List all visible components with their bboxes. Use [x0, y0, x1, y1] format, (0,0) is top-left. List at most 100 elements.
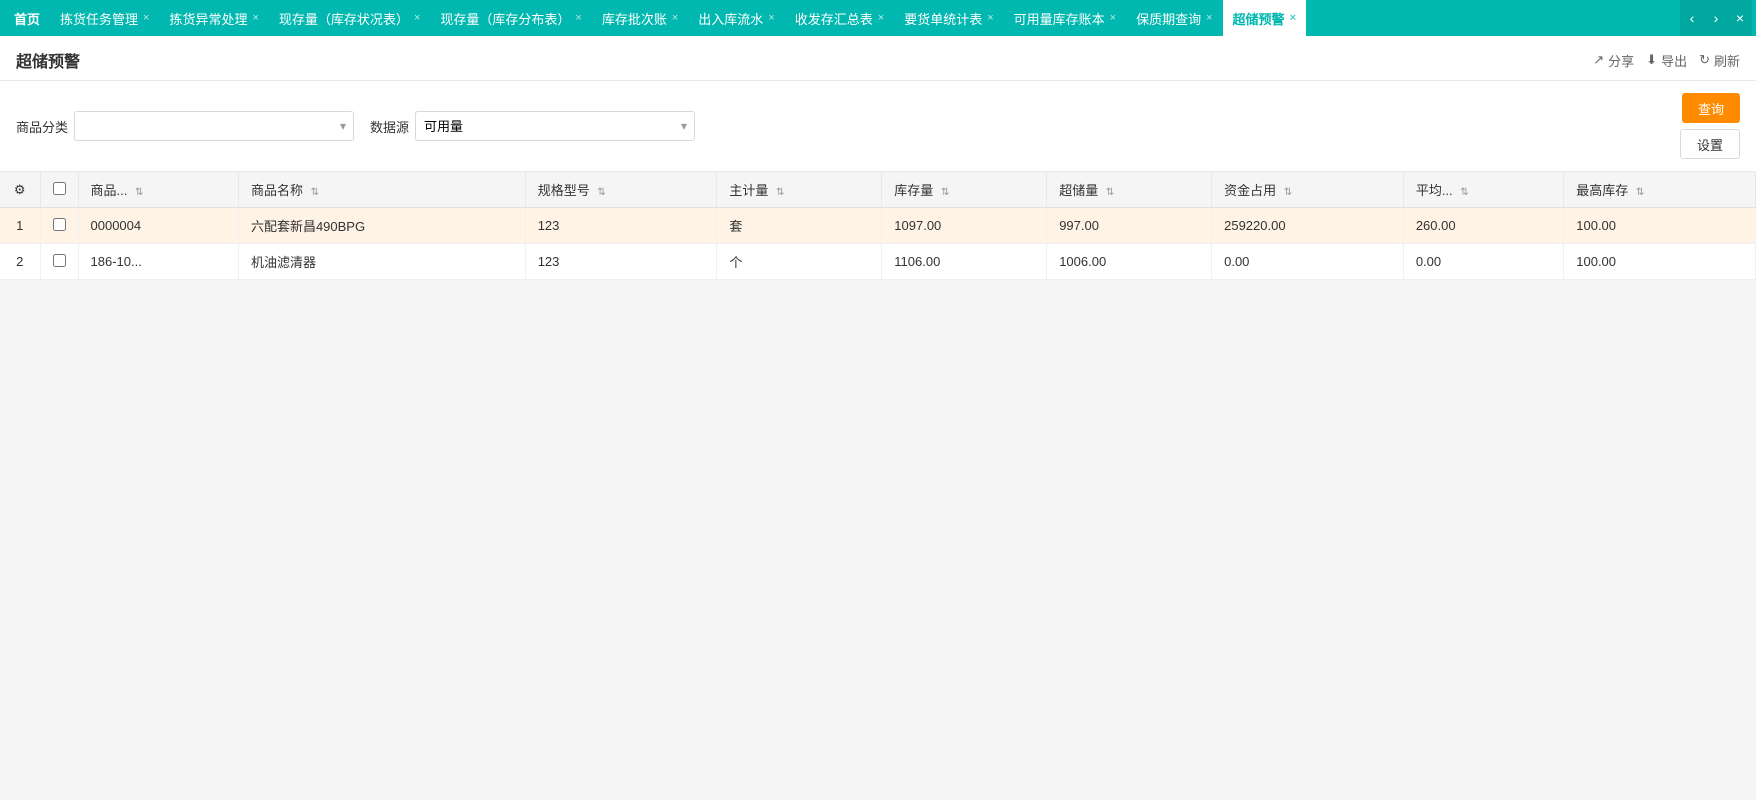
table-body: 1 0000004 六配套新昌490BPG 123 套 1097.00 997.… — [0, 208, 1756, 280]
datasource-select-wrapper: 可用量 库存量 — [415, 111, 695, 141]
nav-tab-home[interactable]: 首页 — [4, 0, 50, 36]
page-actions: ↗ 分享 ⬇ 导出 ↻ 刷新 — [1593, 51, 1740, 70]
export-button[interactable]: ⬇ 导出 — [1646, 51, 1687, 70]
col-header-stock[interactable]: 库存量 ⇅ — [882, 172, 1047, 208]
data-table: ⚙ 商品... ⇅ 商品名称 ⇅ 规格型号 ⇅ — [0, 172, 1756, 280]
row1-code: 0000004 — [78, 208, 238, 244]
collect-tab-close[interactable]: × — [878, 12, 884, 24]
quality-tab-close[interactable]: × — [1206, 12, 1212, 24]
col-header-avg[interactable]: 平均... ⇅ — [1403, 172, 1563, 208]
row1-name: 六配套新昌490BPG — [238, 208, 525, 244]
stock-status-tab-label: 现存量（库存状况表） — [279, 9, 409, 28]
row2-checkbox[interactable] — [53, 254, 66, 267]
col-header-unit[interactable]: 主计量 ⇅ — [717, 172, 882, 208]
nav-tab-stock-status[interactable]: 现存量（库存状况表） × — [269, 0, 430, 36]
page-content: 超储预警 ↗ 分享 ⬇ 导出 ↻ 刷新 商品分类 — [0, 36, 1756, 280]
flow-tab-close[interactable]: × — [768, 12, 774, 24]
export-label: 导出 — [1661, 51, 1687, 70]
row1-capital: 259220.00 — [1212, 208, 1404, 244]
row1-checkbox-cell — [40, 208, 78, 244]
col-max-sort-icon: ⇅ — [1636, 187, 1644, 198]
page-header: 超储预警 ↗ 分享 ⬇ 导出 ↻ 刷新 — [0, 36, 1756, 81]
refresh-button[interactable]: ↻ 刷新 — [1699, 51, 1740, 70]
row2-checkbox-cell — [40, 244, 78, 280]
row2-max: 100.00 — [1564, 244, 1756, 280]
nav-arrows: ‹ › × — [1680, 0, 1752, 36]
col-spec-sort-icon: ⇅ — [597, 187, 605, 198]
setting-button[interactable]: 设置 — [1680, 129, 1740, 159]
share-icon: ↗ — [1593, 52, 1604, 68]
order-stat-tab-label: 要货单统计表 — [904, 9, 982, 28]
share-label: 分享 — [1608, 51, 1634, 70]
nav-tab-collect[interactable]: 收发存汇总表 × — [785, 0, 894, 36]
refresh-icon: ↻ — [1699, 52, 1710, 68]
datasource-select[interactable]: 可用量 库存量 — [415, 111, 695, 141]
category-select-wrapper — [74, 111, 354, 141]
row2-name: 机油滤清器 — [238, 244, 525, 280]
col-max-label: 最高库存 — [1576, 183, 1628, 198]
row1-no: 1 — [0, 208, 40, 244]
select-all-checkbox[interactable] — [53, 182, 66, 195]
overstock-tab-label: 超储预警 — [1233, 9, 1285, 28]
collect-tab-label: 收发存汇总表 — [795, 9, 873, 28]
task-tab-label: 拣货任务管理 — [60, 9, 138, 28]
col-header-settings[interactable]: ⚙ — [0, 172, 40, 208]
col-avg-label: 平均... — [1416, 183, 1453, 198]
col-header-code[interactable]: 商品... ⇅ — [78, 172, 238, 208]
row2-stock: 1106.00 — [882, 244, 1047, 280]
nav-tab-quality[interactable]: 保质期查询 × — [1126, 0, 1222, 36]
order-stat-tab-close[interactable]: × — [987, 12, 993, 24]
available-tab-close[interactable]: × — [1110, 12, 1116, 24]
stock-status-tab-close[interactable]: × — [414, 12, 420, 24]
col-avg-sort-icon: ⇅ — [1460, 187, 1468, 198]
nav-tab-task[interactable]: 拣货任务管理 × — [50, 0, 159, 36]
nav-arrow-left[interactable]: ‹ — [1680, 0, 1704, 36]
col-header-max[interactable]: 最高库存 ⇅ — [1564, 172, 1756, 208]
row2-avg: 0.00 — [1403, 244, 1563, 280]
row2-unit: 个 — [717, 244, 882, 280]
row2-capital: 0.00 — [1212, 244, 1404, 280]
table-row: 1 0000004 六配套新昌490BPG 123 套 1097.00 997.… — [0, 208, 1756, 244]
table-container: ⚙ 商品... ⇅ 商品名称 ⇅ 规格型号 ⇅ — [0, 172, 1756, 280]
category-select[interactable] — [74, 111, 354, 141]
query-button[interactable]: 查询 — [1682, 93, 1740, 123]
col-capital-sort-icon: ⇅ — [1284, 187, 1292, 198]
batch-tab-close[interactable]: × — [672, 12, 678, 24]
task-tab-close[interactable]: × — [143, 12, 149, 24]
row1-stock: 1097.00 — [882, 208, 1047, 244]
nav-tab-flow[interactable]: 出入库流水 × — [688, 0, 784, 36]
col-header-overstock[interactable]: 超储量 ⇅ — [1047, 172, 1212, 208]
col-header-name[interactable]: 商品名称 ⇅ — [238, 172, 525, 208]
col-header-capital[interactable]: 资金占用 ⇅ — [1212, 172, 1404, 208]
nav-tab-overstock[interactable]: 超储预警 × — [1223, 0, 1306, 36]
page-title: 超储预警 — [16, 48, 80, 72]
exception-tab-close[interactable]: × — [252, 12, 258, 24]
col-overstock-sort-icon: ⇅ — [1106, 187, 1114, 198]
row1-checkbox[interactable] — [53, 218, 66, 231]
nav-arrow-close[interactable]: × — [1728, 0, 1752, 36]
col-header-spec[interactable]: 规格型号 ⇅ — [525, 172, 717, 208]
overstock-tab-close[interactable]: × — [1290, 12, 1296, 24]
batch-tab-label: 库存批次账 — [602, 9, 667, 28]
col-header-checkbox[interactable] — [40, 172, 78, 208]
category-filter: 商品分类 — [16, 111, 354, 141]
nav-tab-exception[interactable]: 拣货异常处理 × — [159, 0, 268, 36]
col-code-label: 商品... — [91, 183, 128, 198]
nav-tab-batch[interactable]: 库存批次账 × — [592, 0, 688, 36]
stock-dist-tab-close[interactable]: × — [575, 12, 581, 24]
col-code-sort-icon: ⇅ — [135, 187, 143, 198]
row1-spec: 123 — [525, 208, 717, 244]
top-nav: 首页 拣货任务管理 × 拣货异常处理 × 现存量（库存状况表） × 现存量（库存… — [0, 0, 1756, 36]
row1-overstock: 997.00 — [1047, 208, 1212, 244]
nav-arrow-right[interactable]: › — [1704, 0, 1728, 36]
row2-code: 186-10... — [78, 244, 238, 280]
stock-dist-tab-label: 现存量（库存分布表） — [440, 9, 570, 28]
row2-spec: 123 — [525, 244, 717, 280]
nav-tab-stock-dist[interactable]: 现存量（库存分布表） × — [430, 0, 591, 36]
nav-tab-order-stat[interactable]: 要货单统计表 × — [894, 0, 1003, 36]
share-button[interactable]: ↗ 分享 — [1593, 51, 1634, 70]
table-row: 2 186-10... 机油滤清器 123 个 1106.00 1006.00 … — [0, 244, 1756, 280]
nav-tab-available[interactable]: 可用量库存账本 × — [1004, 0, 1126, 36]
row1-unit: 套 — [717, 208, 882, 244]
col-stock-label: 库存量 — [894, 183, 933, 198]
